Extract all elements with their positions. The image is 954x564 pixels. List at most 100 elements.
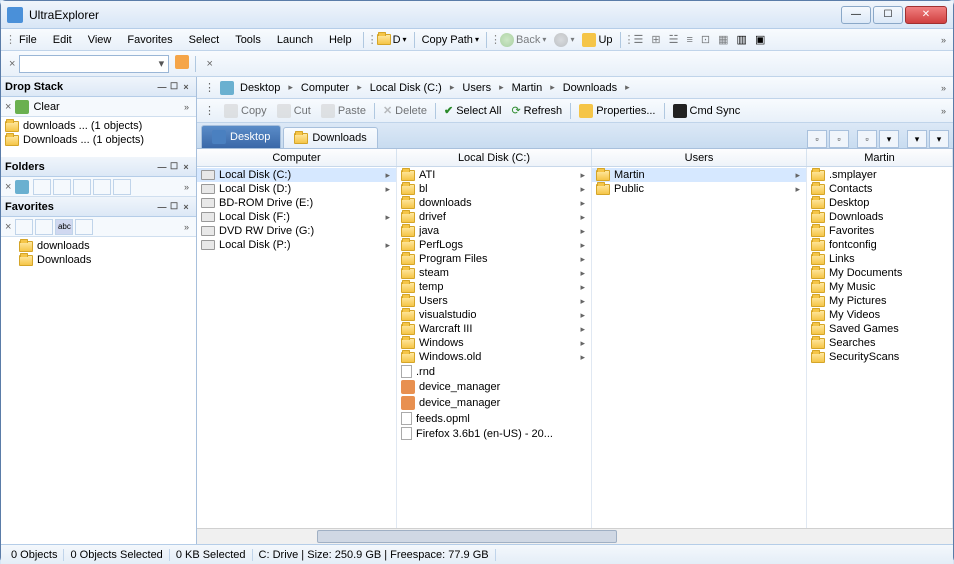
- chevron-right-icon[interactable]: ▸: [497, 82, 506, 93]
- address-combo[interactable]: ▾: [19, 55, 169, 73]
- column-item[interactable]: Local Disk (P:)▸: [197, 238, 396, 252]
- column-item[interactable]: Martin▸: [592, 168, 806, 182]
- fav-tool-button[interactable]: [75, 219, 93, 235]
- folder-tool-button[interactable]: [93, 179, 111, 195]
- column-item[interactable]: Links: [807, 252, 952, 266]
- chevron-right-icon[interactable]: ▸: [448, 82, 457, 93]
- column-item[interactable]: Local Disk (F:)▸: [197, 210, 396, 224]
- breadcrumb-part[interactable]: Computer: [297, 81, 353, 95]
- column-item[interactable]: Windows.old▸: [397, 350, 591, 364]
- column-item[interactable]: device_manager: [397, 395, 591, 411]
- favorite-item[interactable]: Downloads: [3, 253, 194, 267]
- column-item[interactable]: Program Files▸: [397, 252, 591, 266]
- close-panel-icon[interactable]: ×: [5, 101, 11, 113]
- column-item[interactable]: bl▸: [397, 182, 591, 196]
- view-tiles-button[interactable]: ☰: [630, 32, 648, 47]
- view-details-button[interactable]: ≡: [682, 33, 696, 47]
- chevron-right-icon[interactable]: ▸: [286, 82, 295, 93]
- column-item[interactable]: Contacts: [807, 182, 952, 196]
- tab-downloads[interactable]: Downloads: [283, 127, 377, 148]
- view-button[interactable]: ▫: [807, 130, 827, 148]
- breadcrumb-part[interactable]: Local Disk (C:): [366, 81, 446, 95]
- select-all-button[interactable]: ✔Select All: [440, 102, 505, 119]
- menu-edit[interactable]: Edit: [45, 32, 80, 48]
- column-item[interactable]: steam▸: [397, 266, 591, 280]
- favorite-item[interactable]: downloads: [3, 239, 194, 253]
- chevron-right-icon[interactable]: ▸: [355, 82, 364, 93]
- view-button[interactable]: ▾: [879, 130, 899, 148]
- fav-tool-button[interactable]: abc: [55, 219, 73, 235]
- folder-tool-button[interactable]: [33, 179, 51, 195]
- paste-button[interactable]: Paste: [317, 102, 370, 120]
- panel-restore-icon[interactable]: ☐: [168, 81, 180, 93]
- folder-dropdown[interactable]: D▾: [373, 33, 411, 47]
- column-item[interactable]: downloads▸: [397, 196, 591, 210]
- folder-tool-button[interactable]: [73, 179, 91, 195]
- cmd-sync-button[interactable]: Cmd Sync: [669, 102, 745, 120]
- column-item[interactable]: My Music: [807, 280, 952, 294]
- dropstack-item[interactable]: downloads ... (1 objects): [3, 119, 194, 133]
- gripper-icon[interactable]: ⋮: [201, 81, 218, 94]
- column-item[interactable]: ATI▸: [397, 168, 591, 182]
- overflow-chevron[interactable]: »: [181, 222, 192, 232]
- overflow-chevron[interactable]: »: [181, 102, 192, 112]
- column-header[interactable]: Computer: [197, 149, 397, 166]
- view-icons-button[interactable]: ⊞: [647, 32, 664, 47]
- column-item[interactable]: My Videos: [807, 308, 952, 322]
- close-panel-icon[interactable]: ×: [5, 58, 19, 70]
- column-item[interactable]: My Documents: [807, 266, 952, 280]
- fav-tool-button[interactable]: [15, 219, 33, 235]
- copy-button[interactable]: Copy: [220, 102, 271, 120]
- column-item[interactable]: device_manager: [397, 379, 591, 395]
- column-item[interactable]: Warcraft III▸: [397, 322, 591, 336]
- fav-tool-button[interactable]: [35, 219, 53, 235]
- column-item[interactable]: Searches: [807, 336, 952, 350]
- menu-file[interactable]: File: [11, 32, 45, 48]
- overflow-chevron[interactable]: »: [938, 83, 949, 93]
- panel-minimize-icon[interactable]: —: [156, 201, 168, 213]
- panel-close-icon[interactable]: ×: [180, 161, 192, 173]
- column-item[interactable]: fontconfig: [807, 238, 952, 252]
- column-item[interactable]: Users▸: [397, 294, 591, 308]
- close-button[interactable]: ✕: [905, 6, 947, 24]
- column-item[interactable]: Downloads: [807, 210, 952, 224]
- column-item[interactable]: .smplayer: [807, 168, 952, 182]
- column-item[interactable]: Local Disk (D:)▸: [197, 182, 396, 196]
- refresh-button[interactable]: ⟳Refresh: [507, 102, 566, 119]
- panel-restore-icon[interactable]: ☐: [168, 201, 180, 213]
- view-list-button[interactable]: ☱: [665, 32, 683, 47]
- menu-view[interactable]: View: [80, 32, 120, 48]
- maximize-button[interactable]: ☐: [873, 6, 903, 24]
- cut-button[interactable]: Cut: [273, 102, 315, 120]
- column-header[interactable]: Martin: [807, 149, 953, 166]
- column-item[interactable]: PerfLogs▸: [397, 238, 591, 252]
- clear-button[interactable]: Clear: [33, 101, 59, 113]
- chevron-right-icon[interactable]: ▸: [623, 82, 632, 93]
- column-item[interactable]: Favorites: [807, 224, 952, 238]
- panel-close-icon[interactable]: ×: [180, 81, 192, 93]
- menu-launch[interactable]: Launch: [269, 32, 321, 48]
- up-button[interactable]: Up: [578, 32, 616, 48]
- column-item[interactable]: visualstudio▸: [397, 308, 591, 322]
- view-thumbs-button[interactable]: ▦: [714, 32, 732, 47]
- panel-restore-icon[interactable]: ☐: [168, 161, 180, 173]
- view-button[interactable]: ▫: [829, 130, 849, 148]
- overflow-chevron[interactable]: »: [181, 182, 192, 192]
- close-panel-icon[interactable]: ×: [202, 58, 216, 70]
- tab-desktop[interactable]: Desktop: [201, 125, 281, 148]
- column-item[interactable]: BD-ROM Drive (E:): [197, 196, 396, 210]
- column-item[interactable]: java▸: [397, 224, 591, 238]
- column-item[interactable]: temp▸: [397, 280, 591, 294]
- close-panel-icon[interactable]: ×: [5, 221, 11, 233]
- breadcrumb-part[interactable]: Desktop: [236, 81, 284, 95]
- panel-minimize-icon[interactable]: —: [156, 81, 168, 93]
- view-button[interactable]: ▾: [929, 130, 949, 148]
- chevron-right-icon[interactable]: ▸: [548, 82, 557, 93]
- copy-path-button[interactable]: Copy Path ▾: [418, 33, 483, 47]
- column-item[interactable]: SecurityScans: [807, 350, 952, 364]
- breadcrumb-part[interactable]: Downloads: [559, 81, 621, 95]
- dropstack-item[interactable]: Downloads ... (1 objects): [3, 133, 194, 147]
- scrollbar-thumb[interactable]: [317, 530, 617, 543]
- delete-button[interactable]: ✕Delete: [379, 102, 431, 119]
- column-item[interactable]: Local Disk (C:)▸: [197, 168, 396, 182]
